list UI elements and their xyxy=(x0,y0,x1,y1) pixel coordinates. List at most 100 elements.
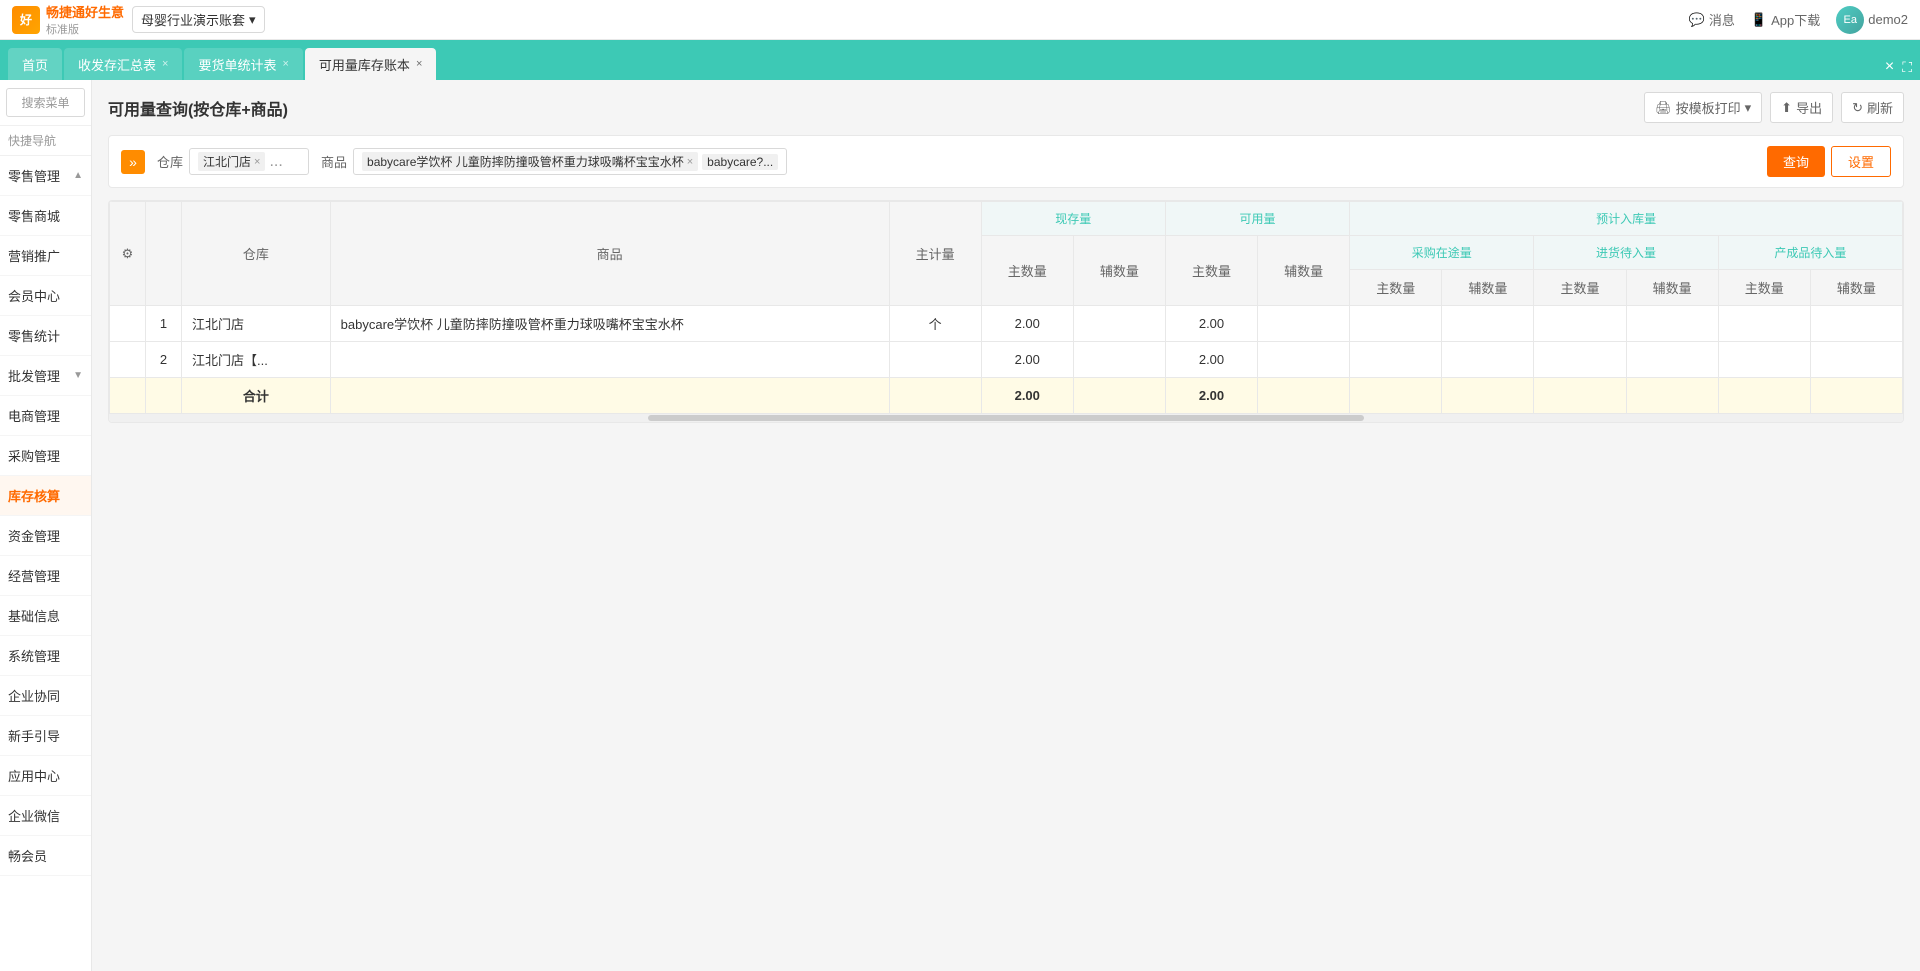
sidebar-item-wholesale[interactable]: 批发管理 ▼ xyxy=(0,356,91,396)
scroll-thumb[interactable] xyxy=(648,415,1364,421)
sidebar-item-marketing[interactable]: 营销推广 xyxy=(0,236,91,276)
sidebar-item-ecommerce[interactable]: 电商管理 xyxy=(0,396,91,436)
export-btn[interactable]: ⬆ 导出 xyxy=(1770,92,1833,123)
inventory-table: ⚙ 仓库 商品 主计量 现存量 可用量 预计入库量 主数量 辅数量 xyxy=(109,201,1903,414)
cell-pur-sub-0 xyxy=(1442,306,1534,342)
print-dropdown-icon: ▾ xyxy=(1745,100,1752,116)
th-group-available: 可用量 xyxy=(1165,202,1349,236)
cell-settings-1 xyxy=(110,342,146,378)
message-label: 消息 xyxy=(1709,10,1735,29)
industry-selector[interactable]: 母婴行业演示账套 ▾ xyxy=(132,6,265,33)
page-content: 可用量查询(按仓库+商品) 🖨 按模板打印 ▾ ⬆ 导出 ↻ 刷新 xyxy=(92,80,1920,971)
cell-product-1 xyxy=(330,342,889,378)
sidebar-item-purchase[interactable]: 采购管理 xyxy=(0,436,91,476)
table-footer-row: 合计 2.00 2.00 xyxy=(110,378,1903,414)
refresh-btn[interactable]: ↻ 刷新 xyxy=(1841,92,1904,123)
horizontal-scrollbar[interactable] xyxy=(109,414,1903,422)
sidebar-label-retail-stats: 零售统计 xyxy=(8,326,60,345)
retail-management-arrow-icon: ▲ xyxy=(73,170,83,181)
app-download-btn[interactable]: 📱 App下载 xyxy=(1751,10,1820,29)
cell-no-0: 1 xyxy=(146,306,182,342)
warehouse-tag-remove[interactable]: × xyxy=(254,156,260,168)
export-label: 导出 xyxy=(1796,98,1822,117)
sidebar-label-member-plus: 畅会员 xyxy=(8,846,47,865)
sidebar-item-enterprise[interactable]: 企业协同 xyxy=(0,676,91,716)
message-icon: 💬 xyxy=(1689,12,1705,28)
tab-available-inventory[interactable]: 可用量库存账本 × xyxy=(305,48,436,80)
sidebar-item-member[interactable]: 会员中心 xyxy=(0,276,91,316)
th-prod-main: 主数量 xyxy=(1718,270,1810,306)
cell-inc-sub-1 xyxy=(1626,342,1718,378)
sidebar-item-beginner[interactable]: 新手引导 xyxy=(0,716,91,756)
cell-prod-sub-1 xyxy=(1810,342,1902,378)
tab-home[interactable]: 首页 xyxy=(8,48,62,80)
search-menu-btn[interactable]: 搜索菜单 xyxy=(6,88,85,117)
settings-btn[interactable]: 设置 xyxy=(1831,146,1891,177)
sidebar-item-retail-stats[interactable]: 零售统计 xyxy=(0,316,91,356)
sidebar-item-system[interactable]: 系统管理 xyxy=(0,636,91,676)
cell-warehouse-0: 江北门店 xyxy=(182,306,331,342)
table-container: ⚙ 仓库 商品 主计量 现存量 可用量 预计入库量 主数量 辅数量 xyxy=(108,200,1904,423)
th-unit: 主计量 xyxy=(889,202,981,306)
tab-order-stats-close[interactable]: × xyxy=(282,58,288,70)
product-filter-group: 商品 babycare学饮杯 儿童防摔防撞吸管杯重力球吸嘴杯宝宝水杯 × bab… xyxy=(321,148,787,175)
username: demo2 xyxy=(1868,12,1908,27)
tab-available-inventory-label: 可用量库存账本 xyxy=(319,55,410,74)
warehouse-more-dots[interactable]: ... xyxy=(269,153,282,171)
query-btn[interactable]: 查询 xyxy=(1767,146,1825,177)
th-pur-sub: 辅数量 xyxy=(1442,270,1534,306)
th-settings[interactable]: ⚙ xyxy=(110,202,146,306)
sidebar-item-retail-store[interactable]: 零售商城 xyxy=(0,196,91,236)
th-inc-main: 主数量 xyxy=(1534,270,1626,306)
sidebar-item-member-plus[interactable]: 畅会员 xyxy=(0,836,91,876)
tab-available-inventory-close[interactable]: × xyxy=(416,58,422,70)
th-inc-sub: 辅数量 xyxy=(1626,270,1718,306)
warehouse-filter-label: 仓库 xyxy=(157,152,183,171)
cell-avail-main-1: 2.00 xyxy=(1165,342,1257,378)
logo-title: 畅捷通好生意 xyxy=(46,2,124,21)
sidebar-item-finance[interactable]: 资金管理 xyxy=(0,516,91,556)
cell-pur-main-0 xyxy=(1350,306,1442,342)
fullscreen-btn[interactable]: ⛶ xyxy=(1902,59,1912,76)
print-template-btn[interactable]: 🖨 按模板打印 ▾ xyxy=(1644,92,1762,123)
cell-stock-main-1: 2.00 xyxy=(981,342,1073,378)
table-row: 1 江北门店 babycare学饮杯 儿童防摔防撞吸管杯重力球吸嘴杯宝宝水杯 个… xyxy=(110,306,1903,342)
tab-order-stats-label: 要货单统计表 xyxy=(198,55,276,74)
cell-inc-sub-0 xyxy=(1626,306,1718,342)
sidebar-label-basic-info: 基础信息 xyxy=(8,606,60,625)
cell-pur-sub-1 xyxy=(1442,342,1534,378)
close-all-tabs-btn[interactable]: × xyxy=(1885,58,1894,76)
cell-settings-0 xyxy=(110,306,146,342)
content-area: 可用量查询(按仓库+商品) 🖨 按模板打印 ▾ ⬆ 导出 ↻ 刷新 xyxy=(92,80,1920,971)
th-group-production: 产成品待入量 xyxy=(1718,236,1902,270)
sidebar-item-inventory[interactable]: 库存核算 xyxy=(0,476,91,516)
product-tag-1-remove[interactable]: × xyxy=(687,156,693,168)
warehouse-filter-tags[interactable]: 江北门店 × ... xyxy=(189,148,309,175)
sidebar-label-enterprise-wechat: 企业微信 xyxy=(8,806,60,825)
product-tag-1-value: babycare学饮杯 儿童防摔防撞吸管杯重力球吸嘴杯宝宝水杯 xyxy=(367,153,684,170)
sidebar-item-retail-management[interactable]: 零售管理 ▲ xyxy=(0,156,91,196)
filter-expand-btn[interactable]: » xyxy=(121,150,145,174)
message-btn[interactable]: 💬 消息 xyxy=(1689,10,1735,29)
sidebar-label-ecommerce: 电商管理 xyxy=(8,406,60,425)
sidebar-item-basic-info[interactable]: 基础信息 xyxy=(0,596,91,636)
tab-stock-summary-close[interactable]: × xyxy=(162,58,168,70)
tab-order-stats[interactable]: 要货单统计表 × xyxy=(184,48,302,80)
product-filter-tags[interactable]: babycare学饮杯 儿童防摔防撞吸管杯重力球吸嘴杯宝宝水杯 × babyca… xyxy=(353,148,787,175)
warehouse-tag-value: 江北门店 xyxy=(203,153,251,170)
sidebar-item-enterprise-wechat[interactable]: 企业微信 xyxy=(0,796,91,836)
export-icon: ⬆ xyxy=(1781,100,1792,116)
tab-stock-summary[interactable]: 收发存汇总表 × xyxy=(64,48,182,80)
user-area[interactable]: Ea demo2 xyxy=(1836,6,1908,34)
cell-no-1: 2 xyxy=(146,342,182,378)
sidebar-item-app-center[interactable]: 应用中心 xyxy=(0,756,91,796)
page-actions: 🖨 按模板打印 ▾ ⬆ 导出 ↻ 刷新 xyxy=(1644,92,1904,123)
sidebar-label-finance: 资金管理 xyxy=(8,526,60,545)
print-icon: 🖨 xyxy=(1655,100,1672,116)
footer-stock-main: 2.00 xyxy=(981,378,1073,414)
sidebar-item-business[interactable]: 经营管理 xyxy=(0,556,91,596)
tab-stock-summary-label: 收发存汇总表 xyxy=(78,55,156,74)
print-label: 按模板打印 xyxy=(1676,98,1741,117)
product-filter-label: 商品 xyxy=(321,152,347,171)
cell-prod-sub-0 xyxy=(1810,306,1902,342)
